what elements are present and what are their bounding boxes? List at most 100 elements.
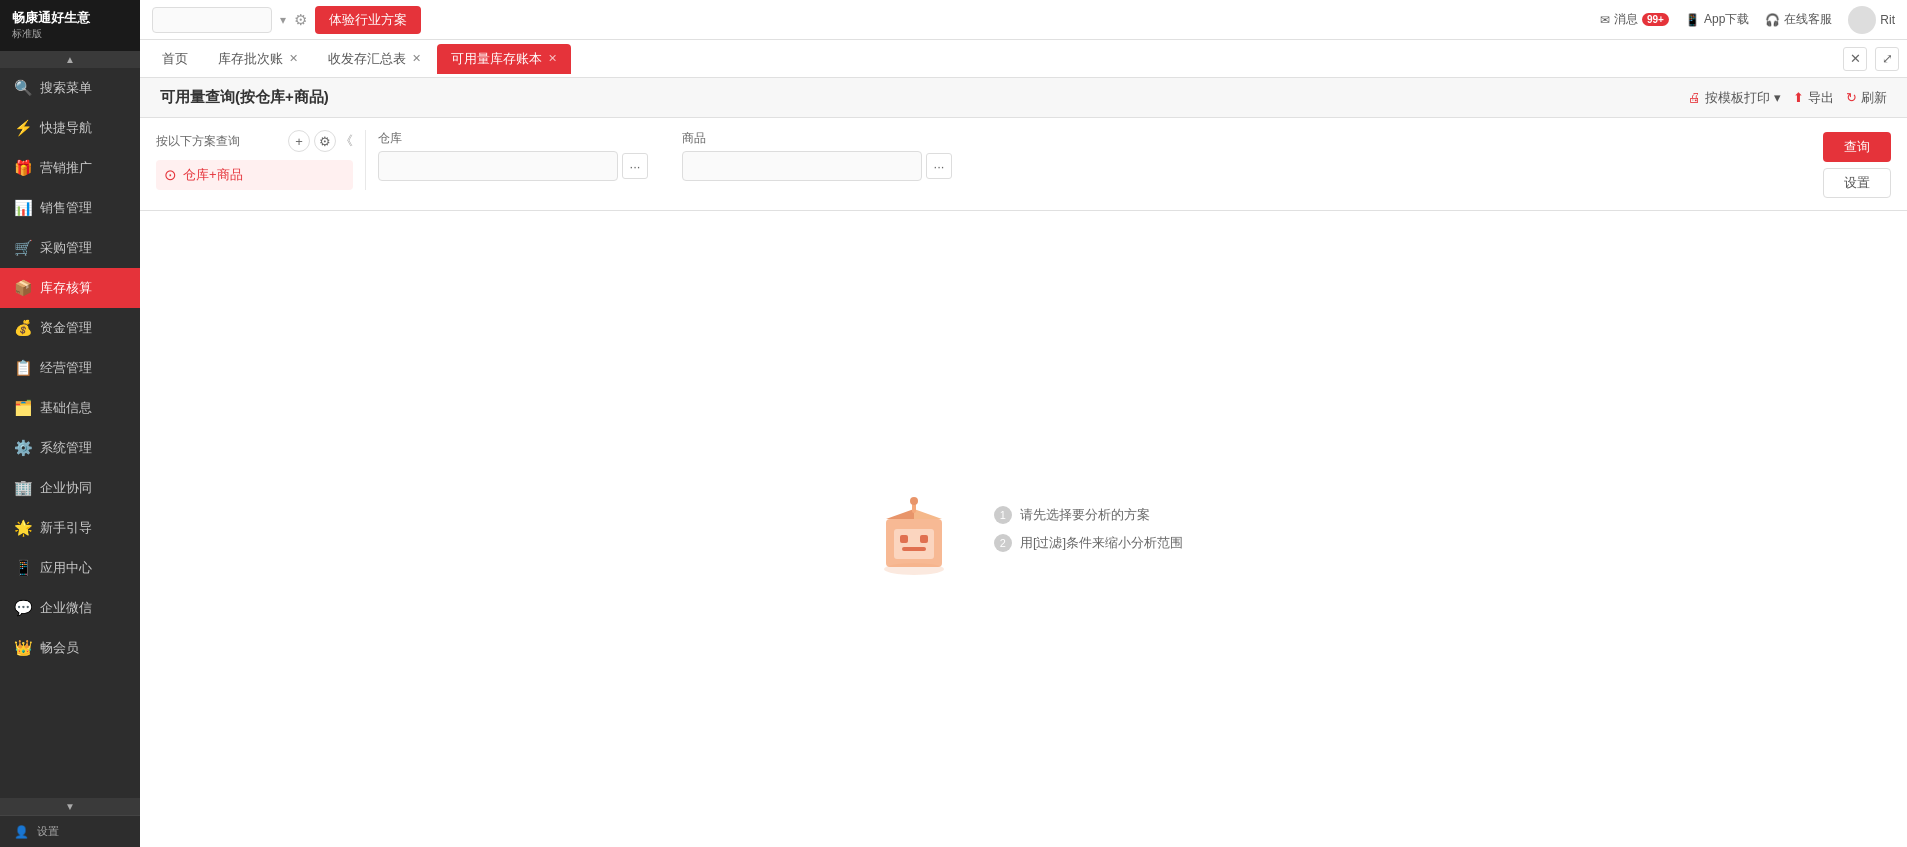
user-info[interactable]: Rit (1848, 6, 1895, 34)
empty-state-content: 1 请先选择要分析的方案 2 用[过滤]条件来缩小分析范围 (864, 479, 1183, 579)
app-icon: 📱 (1685, 13, 1700, 27)
svg-rect-4 (894, 529, 934, 559)
sidebar-item-marketing[interactable]: 🎁 营销推广 (0, 148, 140, 188)
topbar-dropdown-icon[interactable]: ▾ (280, 13, 286, 27)
sidebar-icon-marketing: 🎁 (14, 159, 32, 177)
sidebar-scroll-up[interactable]: ▲ (0, 51, 140, 68)
sidebar-user-label: 设置 (37, 824, 59, 839)
sidebar-item-shortcut[interactable]: ⚡快捷导航 (0, 108, 140, 148)
query-panel: 按以下方案查询 + ⚙ 《 ⊙ 仓库+商品 仓库 (140, 118, 1907, 211)
scheme-settings-button[interactable]: ⚙ (314, 130, 336, 152)
sidebar-item-search[interactable]: 🔍搜索菜单 (0, 68, 140, 108)
app-label: App下载 (1704, 11, 1749, 28)
product-more-button[interactable]: ··· (926, 153, 952, 179)
sidebar-label-purchase: 采购管理 (40, 239, 92, 257)
sidebar-item-purchase[interactable]: 🛒采购管理 (0, 228, 140, 268)
sidebar-item-basicinfo[interactable]: 🗂️基础信息 (0, 388, 140, 428)
sidebar-icon-sales: 📊 (14, 199, 32, 217)
print-action[interactable]: 🖨 按模板打印 ▾ (1688, 89, 1781, 107)
sidebar-item-wechat[interactable]: 💬企业微信 (0, 588, 140, 628)
tab-available-close-icon[interactable]: ✕ (548, 52, 557, 65)
tip-text-1: 请先选择要分析的方案 (1020, 506, 1150, 524)
query-actions: 查询 设置 (1823, 130, 1891, 198)
service-label: 在线客服 (1784, 11, 1832, 28)
refresh-action[interactable]: ↻ 刷新 (1846, 89, 1887, 107)
service-item[interactable]: 🎧 在线客服 (1765, 11, 1832, 28)
topbar-right: ✉ 消息 99+ 📱 App下载 🎧 在线客服 Rit (1600, 6, 1895, 34)
warehouse-field-input-row: ··· (378, 151, 658, 181)
experience-button[interactable]: 体验行业方案 (315, 6, 421, 34)
tab-expand-button[interactable]: ⤢ (1875, 47, 1899, 71)
scheme-add-button[interactable]: + (288, 130, 310, 152)
sidebar-bottom[interactable]: 👤 设置 (0, 815, 140, 847)
tab-summary[interactable]: 收发存汇总表 ✕ (314, 44, 435, 74)
empty-tip-1: 1 请先选择要分析的方案 (994, 506, 1183, 524)
tab-available[interactable]: 可用量库存账本 ✕ (437, 44, 571, 74)
sidebar-label-appcenter: 应用中心 (40, 559, 92, 577)
scheme-item-icon: ⊙ (164, 166, 177, 184)
product-input[interactable] (682, 151, 922, 181)
tab-home[interactable]: 首页 (148, 44, 202, 74)
tab-summary-close-icon[interactable]: ✕ (412, 52, 421, 65)
main-area: ▾ ⚙ 体验行业方案 ✉ 消息 99+ 📱 App下载 🎧 在线客服 Rit (140, 0, 1907, 847)
page-header-actions: 🖨 按模板打印 ▾ ⬆ 导出 ↻ 刷新 (1688, 89, 1887, 107)
message-label: 消息 (1614, 11, 1638, 28)
print-icon: 🖨 (1688, 90, 1701, 105)
page-header: 可用量查询(按仓库+商品) 🖨 按模板打印 ▾ ⬆ 导出 ↻ 刷新 (140, 78, 1907, 118)
sidebar-scroll-down[interactable]: ▼ (0, 798, 140, 815)
svg-rect-5 (900, 535, 908, 543)
sidebar-icon-inventory: 📦 (14, 279, 32, 297)
svg-point-9 (910, 497, 918, 505)
warehouse-input[interactable] (378, 151, 618, 181)
topbar-search-input[interactable] (152, 7, 272, 33)
tab-summary-label: 收发存汇总表 (328, 50, 406, 68)
sidebar-label-marketing: 营销推广 (40, 159, 92, 177)
export-action[interactable]: ⬆ 导出 (1793, 89, 1834, 107)
sidebar-item-enterprise[interactable]: 🏢企业协同 (0, 468, 140, 508)
settings-button[interactable]: 设置 (1823, 168, 1891, 198)
sidebar-item-newguide[interactable]: 🌟新手引导 (0, 508, 140, 548)
product-field-label: 商品 (682, 130, 962, 147)
export-icon: ⬆ (1793, 90, 1804, 105)
empty-tip-2: 2 用[过滤]条件来缩小分析范围 (994, 534, 1183, 552)
sidebar-item-sales[interactable]: 📊销售管理 (0, 188, 140, 228)
warehouse-more-button[interactable]: ··· (622, 153, 648, 179)
sidebar-item-appcenter[interactable]: 📱应用中心 (0, 548, 140, 588)
sidebar-label-enterprise: 企业协同 (40, 479, 92, 497)
sidebar-item-finance[interactable]: 💰资金管理 (0, 308, 140, 348)
print-label: 按模板打印 (1705, 89, 1770, 107)
sidebar-nav: 🔍搜索菜单⚡快捷导航 🎁 营销推广 📊销售管理🛒采购管理📦库存核算💰资金管理📋经营管理… (0, 68, 140, 798)
sidebar-label-system: 系统管理 (40, 439, 92, 457)
sidebar-item-operations[interactable]: 📋经营管理 (0, 348, 140, 388)
page-content: 可用量查询(按仓库+商品) 🖨 按模板打印 ▾ ⬆ 导出 ↻ 刷新 (140, 78, 1907, 847)
scheme-item-warehouse-product[interactable]: ⊙ 仓库+商品 (156, 160, 353, 190)
sidebar-item-system[interactable]: ⚙️系统管理 (0, 428, 140, 468)
query-button[interactable]: 查询 (1823, 132, 1891, 162)
sidebar-item-member[interactable]: 👑畅会员 (0, 628, 140, 668)
sidebar-label-search: 搜索菜单 (40, 79, 92, 97)
app-download-item[interactable]: 📱 App下载 (1685, 11, 1749, 28)
product-field-input-row: ··· (682, 151, 962, 181)
query-fields: 仓库 ··· 商品 ··· (378, 130, 1811, 181)
sidebar-item-inventory[interactable]: 📦库存核算 (0, 268, 140, 308)
query-scheme-title: 按以下方案查询 (156, 133, 240, 150)
scheme-collapse-button[interactable]: 《 (340, 132, 353, 150)
print-dropdown-icon[interactable]: ▾ (1774, 90, 1781, 105)
sidebar-icon-finance: 💰 (14, 319, 32, 337)
user-icon: 👤 (14, 825, 29, 839)
tabs-bar: 首页 库存批次账 ✕ 收发存汇总表 ✕ 可用量库存账本 ✕ ✕ ⤢ (140, 40, 1907, 78)
sidebar-icon-operations: 📋 (14, 359, 32, 377)
tabs-right: ✕ ⤢ (1843, 47, 1899, 71)
topbar-gear-icon[interactable]: ⚙ (294, 11, 307, 29)
service-icon: 🎧 (1765, 13, 1780, 27)
brand-sub: 标准版 (12, 27, 128, 41)
message-item[interactable]: ✉ 消息 99+ (1600, 11, 1669, 28)
tab-close-all-button[interactable]: ✕ (1843, 47, 1867, 71)
tab-batch-close-icon[interactable]: ✕ (289, 52, 298, 65)
tab-batch[interactable]: 库存批次账 ✕ (204, 44, 312, 74)
sidebar-label-basicinfo: 基础信息 (40, 399, 92, 417)
sidebar: 畅康通好生意 标准版 ▲ 🔍搜索菜单⚡快捷导航🎁营销推广📊销售管理🛒采购管理📦库… (0, 0, 140, 847)
refresh-label: 刷新 (1861, 89, 1887, 107)
user-avatar (1848, 6, 1876, 34)
warehouse-field-label: 仓库 (378, 130, 658, 147)
